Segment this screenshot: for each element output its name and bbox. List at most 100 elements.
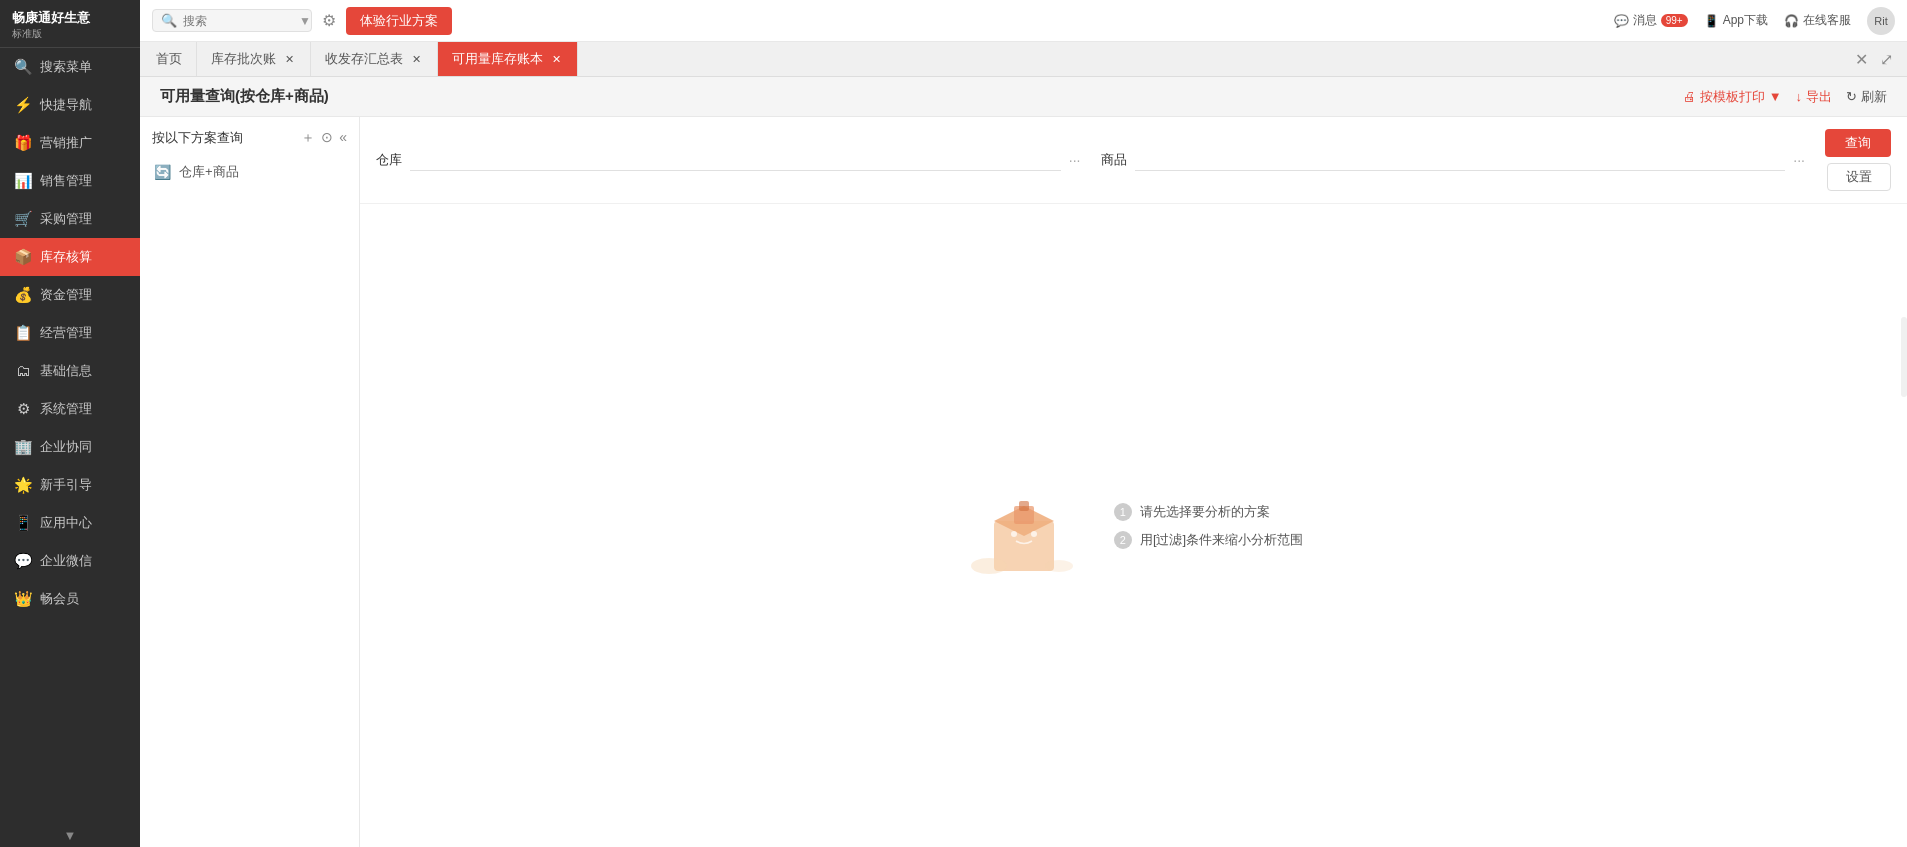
sidebar-item-newbie[interactable]: 🌟 新手引导 (0, 466, 140, 504)
product-field: 商品 ··· (1101, 149, 1806, 171)
nav-icon-sales: 📊 (14, 172, 32, 190)
support-btn[interactable]: 🎧 在线客服 (1784, 12, 1851, 29)
step-num-1: 1 (1114, 503, 1132, 521)
sidebar: 畅康通好生意 标准版 🔍搜索菜单 ⚡ 快捷导航 🎁营销推广📊销售管理 🛒 采购管理 📦库存核… (0, 0, 140, 847)
query-settings-button[interactable]: 设置 (1827, 163, 1891, 191)
search-dropdown-icon[interactable]: ▼ (299, 14, 311, 28)
main-content: 仓库 ··· 商品 ··· 查询 设置 (360, 117, 1907, 847)
nav-icon-system: ⚙ (14, 400, 32, 418)
tabs-bar: 首页 库存批次账 ✕ 收发存汇总表 ✕ 可用量库存账本 ✕ ✕ ⤢ (140, 42, 1907, 77)
app-download-btn[interactable]: 📱 App下载 (1704, 12, 1768, 29)
warehouse-input[interactable] (410, 149, 1061, 171)
sidebar-item-shortcut[interactable]: ⚡ 快捷导航 (0, 86, 140, 124)
search-box[interactable]: 🔍 ▼ (152, 9, 312, 32)
search-icon: 🔍 (161, 13, 177, 28)
nav-label-operation: 经营管理 (40, 324, 92, 342)
nav-label-purchase: 采购管理 (40, 210, 92, 228)
empty-step-1: 1 请先选择要分析的方案 (1114, 503, 1303, 521)
empty-step-2: 2 用[过滤]条件来缩小分析范围 (1114, 531, 1303, 549)
nav-icon-marketing: 🎁 (14, 134, 32, 152)
nav-label-finance: 资金管理 (40, 286, 92, 304)
sidebar-item-basic[interactable]: 🗂基础信息 (0, 352, 140, 390)
filter-scheme-label: 仓库+商品 (179, 163, 239, 181)
user-avatar[interactable]: Rit (1867, 7, 1895, 35)
tab-batch[interactable]: 库存批次账 ✕ (197, 42, 311, 76)
right-scrollbar[interactable] (1901, 317, 1907, 397)
sidebar-item-system[interactable]: ⚙ 系统管理 (0, 390, 140, 428)
content-area: 按以下方案查询 ＋ ⊙ « 🔄 仓库+商品 仓库 ··· (140, 117, 1907, 847)
svg-rect-3 (1019, 501, 1029, 511)
page-title: 可用量查询(按仓库+商品) (160, 87, 329, 106)
topbar-right: 💬 消息 99+ 📱 App下载 🎧 在线客服 Rit (1614, 7, 1895, 35)
empty-state: 1 请先选择要分析的方案 2 用[过滤]条件来缩小分析范围 (360, 204, 1907, 847)
sidebar-item-purchase[interactable]: 🛒 采购管理 (0, 200, 140, 238)
warehouse-label: 仓库 (376, 151, 402, 169)
nav-label-shortcut: 快捷导航 (40, 96, 92, 114)
search-input[interactable] (183, 14, 293, 28)
sidebar-scroll-down[interactable]: ▼ (0, 824, 140, 847)
nav-icon-purchase: 🛒 (14, 210, 32, 228)
tab-summary-close[interactable]: ✕ (409, 52, 423, 66)
refresh-icon: ↻ (1846, 89, 1857, 104)
export-icon: ↓ (1796, 89, 1803, 104)
tab-expand[interactable]: ⤢ (1876, 48, 1897, 71)
filter-header-label: 按以下方案查询 (152, 129, 293, 147)
sidebar-item-search[interactable]: 🔍搜索菜单 (0, 48, 140, 86)
step-2-label: 用[过滤]条件来缩小分析范围 (1140, 531, 1303, 549)
nav-icon-newbie: 🌟 (14, 476, 32, 494)
sidebar-item-appstore[interactable]: 📱应用中心 (0, 504, 140, 542)
query-button[interactable]: 查询 (1825, 129, 1891, 157)
message-badge: 99+ (1661, 14, 1688, 27)
nav-label-system: 系统管理 (40, 400, 92, 418)
nav-label-appstore: 应用中心 (40, 514, 92, 532)
query-actions: 查询 设置 (1825, 129, 1891, 191)
step-1-label: 请先选择要分析的方案 (1140, 503, 1270, 521)
export-btn[interactable]: ↓ 导出 (1796, 88, 1833, 106)
tab-batch-label: 库存批次账 (211, 50, 276, 68)
filter-settings-icon[interactable]: ⊙ (321, 129, 333, 147)
support-label: 在线客服 (1803, 12, 1851, 29)
product-input[interactable] (1135, 149, 1786, 171)
sidebar-item-sales[interactable]: 📊销售管理 (0, 162, 140, 200)
nav-label-newbie: 新手引导 (40, 476, 92, 494)
sidebar-item-inventory[interactable]: 📦库存核算 (0, 238, 140, 276)
print-btn[interactable]: 🖨 按模板打印 ▼ (1683, 88, 1782, 106)
filter-add-icon[interactable]: ＋ (301, 129, 315, 147)
filter-header: 按以下方案查询 ＋ ⊙ « (140, 129, 359, 155)
svg-point-5 (1031, 531, 1037, 537)
brand-sub: 标准版 (12, 27, 128, 41)
print-dropdown-icon: ▼ (1769, 89, 1782, 104)
tab-home[interactable]: 首页 (142, 42, 197, 76)
filter-scheme-warehouse[interactable]: 🔄 仓库+商品 (140, 155, 359, 189)
sidebar-item-marketing[interactable]: 🎁营销推广 (0, 124, 140, 162)
sidebar-item-vip[interactable]: 👑畅会员 (0, 580, 140, 618)
message-icon: 💬 (1614, 14, 1629, 28)
product-more-icon[interactable]: ··· (1793, 152, 1805, 168)
tab-summary[interactable]: 收发存汇总表 ✕ (311, 42, 438, 76)
tab-available-close[interactable]: ✕ (549, 52, 563, 66)
sidebar-item-wechat[interactable]: 💬企业微信 (0, 542, 140, 580)
filter-collapse-icon[interactable]: « (339, 129, 347, 147)
warehouse-more-icon[interactable]: ··· (1069, 152, 1081, 168)
tab-batch-close[interactable]: ✕ (282, 52, 296, 66)
sidebar-item-finance[interactable]: 💰 资金管理 (0, 276, 140, 314)
refresh-btn[interactable]: ↻ 刷新 (1846, 88, 1887, 106)
svg-point-6 (971, 558, 1007, 574)
sidebar-item-operation[interactable]: 📋经营管理 (0, 314, 140, 352)
brand-name: 畅康通好生意 (12, 10, 128, 27)
message-btn[interactable]: 💬 消息 99+ (1614, 12, 1688, 29)
sidebar-item-corp[interactable]: 🏢企业协同 (0, 428, 140, 466)
product-label: 商品 (1101, 151, 1127, 169)
settings-icon[interactable]: ⚙ (322, 11, 336, 30)
nav-icon-inventory: 📦 (14, 248, 32, 266)
nav-icon-finance: 💰 (14, 286, 32, 304)
nav-icon-basic: 🗂 (14, 362, 32, 379)
step-num-2: 2 (1114, 531, 1132, 549)
main-area: 🔍 ▼ ⚙ 体验行业方案 💬 消息 99+ 📱 App下载 🎧 在线客服 Rit (140, 0, 1907, 847)
trial-button[interactable]: 体验行业方案 (346, 7, 452, 35)
tab-available[interactable]: 可用量库存账本 ✕ (438, 42, 578, 76)
user-name: Rit (1874, 15, 1887, 27)
print-icon: 🖨 (1683, 89, 1696, 104)
nav-icon-shortcut: ⚡ (14, 96, 32, 114)
tab-close-current[interactable]: ✕ (1851, 48, 1872, 71)
